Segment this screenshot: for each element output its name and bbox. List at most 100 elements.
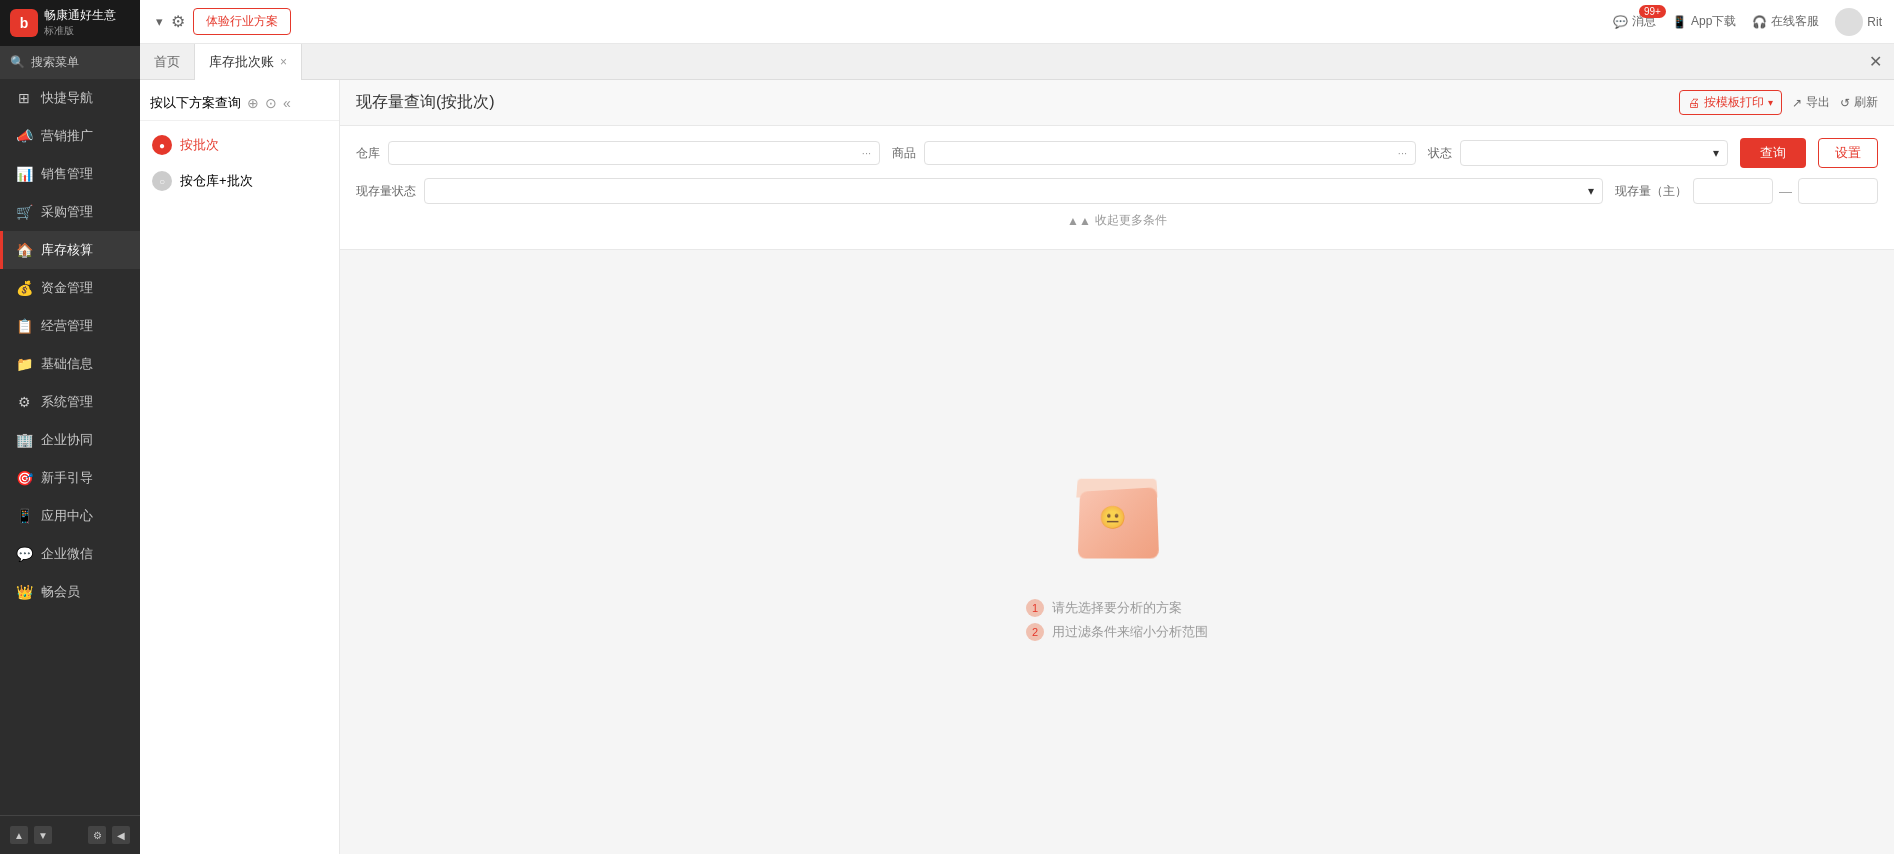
filter-row-2: 现存量状态 ▾ 现存量（主） —: [356, 178, 1878, 204]
sidebar-item-basic[interactable]: 📁 基础信息: [0, 345, 140, 383]
print-icon: 🖨: [1688, 96, 1700, 110]
sidebar-item-label: 库存核算: [41, 241, 93, 259]
inventory-status-label: 现存量状态: [356, 183, 416, 200]
warehouse-label: 仓库: [356, 145, 380, 162]
basic-icon: 📁: [15, 355, 33, 373]
headset-icon: 🎧: [1752, 15, 1767, 29]
search-icon: 🔍: [10, 55, 25, 69]
gear-icon[interactable]: ⚙: [171, 12, 185, 31]
appcenter-icon: 📱: [15, 507, 33, 525]
settings-sidebar-btn[interactable]: ⚙: [88, 826, 106, 844]
purchase-icon: 🛒: [15, 203, 33, 221]
online-service-item[interactable]: 🎧 在线客服: [1752, 13, 1819, 30]
qty-min-input[interactable]: [1693, 178, 1773, 204]
tab-inventory-batch[interactable]: 库存批次账 ×: [195, 44, 302, 80]
sidebar-item-marketing[interactable]: 📣 营销推广: [0, 117, 140, 155]
collapse-panel-icon[interactable]: «: [283, 95, 291, 111]
app-logo: b: [10, 9, 38, 37]
sidebar-item-newuser[interactable]: 🎯 新手引导: [0, 459, 140, 497]
panel-close-btn[interactable]: ✕: [1857, 52, 1894, 71]
tab-home-label: 首页: [154, 53, 180, 71]
sidebar-item-label: 采购管理: [41, 203, 93, 221]
sidebar: b 畅康通好生意 标准版 🔍 搜索菜单 ⊞ 快捷导航 📣 营销推广 📊 销售管理…: [0, 0, 140, 854]
empty-state: 😐 1 请先选择要分析的方案 2 用过滤条件来缩小分析范围: [340, 250, 1894, 854]
app-name: 畅康通好生意: [44, 8, 116, 24]
plan-item-warehouse-batch[interactable]: ○ 按仓库+批次: [140, 163, 339, 199]
sidebar-item-label: 企业微信: [41, 545, 93, 563]
sidebar-item-label: 营销推广: [41, 127, 93, 145]
query-button[interactable]: 查询: [1740, 138, 1806, 168]
left-panel: 按以下方案查询 ⊕ ⊙ « ● 按批次 ○ 按仓库+批次: [140, 80, 340, 854]
username: Rit: [1867, 15, 1882, 29]
product-filter: 商品 ···: [892, 141, 1416, 165]
sidebar-item-quicknav[interactable]: ⊞ 快捷导航: [0, 79, 140, 117]
export-button[interactable]: ↗ 导出: [1792, 94, 1830, 111]
qty-max-input[interactable]: [1798, 178, 1878, 204]
sidebar-nav: ⊞ 快捷导航 📣 营销推广 📊 销售管理 🛒 采购管理 🏠 库存核算 💰 资金管…: [0, 79, 140, 815]
collapse-more-btn[interactable]: ▲▲ 收起更多条件: [356, 204, 1878, 237]
print-chevron-icon: ▾: [1768, 97, 1773, 108]
scroll-down-btn[interactable]: ▼: [34, 826, 52, 844]
export-icon: ↗: [1792, 96, 1802, 110]
print-button[interactable]: 🖨 按模板打印 ▾: [1679, 90, 1782, 115]
sidebar-item-purchase[interactable]: 🛒 采购管理: [0, 193, 140, 231]
plan-item-label: 按批次: [180, 136, 219, 154]
inventory-status-select[interactable]: ▾: [424, 178, 1603, 204]
hint-num-2: 2: [1026, 623, 1044, 641]
sidebar-item-appcenter[interactable]: 📱 应用中心: [0, 497, 140, 535]
plan-item-batch[interactable]: ● 按批次: [140, 127, 339, 163]
system-icon: ⚙: [15, 393, 33, 411]
sidebar-search[interactable]: 🔍 搜索菜单: [0, 46, 140, 79]
scroll-up-btn[interactable]: ▲: [10, 826, 28, 844]
sidebar-item-label: 基础信息: [41, 355, 93, 373]
messages-badge: 99+: [1639, 5, 1666, 18]
sidebar-item-sales[interactable]: 📊 销售管理: [0, 155, 140, 193]
sidebar-item-label: 快捷导航: [41, 89, 93, 107]
collapse-label: 收起更多条件: [1095, 212, 1167, 229]
add-plan-icon[interactable]: ⊕: [247, 95, 259, 111]
messages-item[interactable]: 💬 消息 99+: [1613, 13, 1656, 30]
empty-hint-1: 1 请先选择要分析的方案: [1026, 599, 1208, 617]
user-profile[interactable]: Rit: [1835, 8, 1882, 36]
member-icon: 👑: [15, 583, 33, 601]
config-plan-icon[interactable]: ⊙: [265, 95, 277, 111]
product-more-icon: ···: [1398, 147, 1407, 159]
sidebar-item-weixin[interactable]: 💬 企业微信: [0, 535, 140, 573]
sidebar-item-enterprise[interactable]: 🏢 企业协同: [0, 421, 140, 459]
topbar-dropdown[interactable]: ▾: [152, 14, 163, 29]
refresh-button[interactable]: ↺ 刷新: [1840, 94, 1878, 111]
enterprise-icon: 🏢: [15, 431, 33, 449]
sidebar-item-system[interactable]: ⚙ 系统管理: [0, 383, 140, 421]
warehouse-more-icon: ···: [862, 147, 871, 159]
topbar-left: ▾ ⚙ 体验行业方案: [152, 8, 1603, 35]
hint-text-2: 用过滤条件来缩小分析范围: [1052, 623, 1208, 641]
product-label: 商品: [892, 145, 916, 162]
sales-icon: 📊: [15, 165, 33, 183]
warehouse-input[interactable]: ···: [388, 141, 880, 165]
status-label: 状态: [1428, 145, 1452, 162]
left-panel-title: 按以下方案查询: [150, 94, 241, 112]
collapse-sidebar-btn[interactable]: ◀: [112, 826, 130, 844]
search-label: 搜索菜单: [31, 54, 79, 71]
sidebar-item-member[interactable]: 👑 畅会员: [0, 573, 140, 611]
tab-home[interactable]: 首页: [140, 44, 195, 80]
product-input[interactable]: ···: [924, 141, 1416, 165]
sidebar-item-operations[interactable]: 📋 经营管理: [0, 307, 140, 345]
range-dash: —: [1779, 184, 1792, 199]
chevron-down-icon: ▾: [156, 14, 163, 29]
quicknav-icon: ⊞: [15, 89, 33, 107]
right-content: 现存量查询(按批次) 🖨 按模板打印 ▾ ↗ 导出 ↺ 刷新: [340, 80, 1894, 854]
print-label: 按模板打印: [1704, 94, 1764, 111]
status-select[interactable]: ▾: [1460, 140, 1728, 166]
experience-button[interactable]: 体验行业方案: [193, 8, 291, 35]
settings-button[interactable]: 设置: [1818, 138, 1878, 168]
tab-close-icon[interactable]: ×: [280, 55, 287, 69]
avatar: [1835, 8, 1863, 36]
app-download-item[interactable]: 📱 App下载: [1672, 13, 1736, 30]
sidebar-item-label: 应用中心: [41, 507, 93, 525]
sidebar-item-inventory[interactable]: 🏠 库存核算: [0, 231, 140, 269]
sidebar-item-label: 销售管理: [41, 165, 93, 183]
sidebar-item-label: 企业协同: [41, 431, 93, 449]
sidebar-item-finance[interactable]: 💰 资金管理: [0, 269, 140, 307]
main-area: ▾ ⚙ 体验行业方案 💬 消息 99+ 📱 App下载 🎧 在线客服 Rit: [140, 0, 1894, 854]
